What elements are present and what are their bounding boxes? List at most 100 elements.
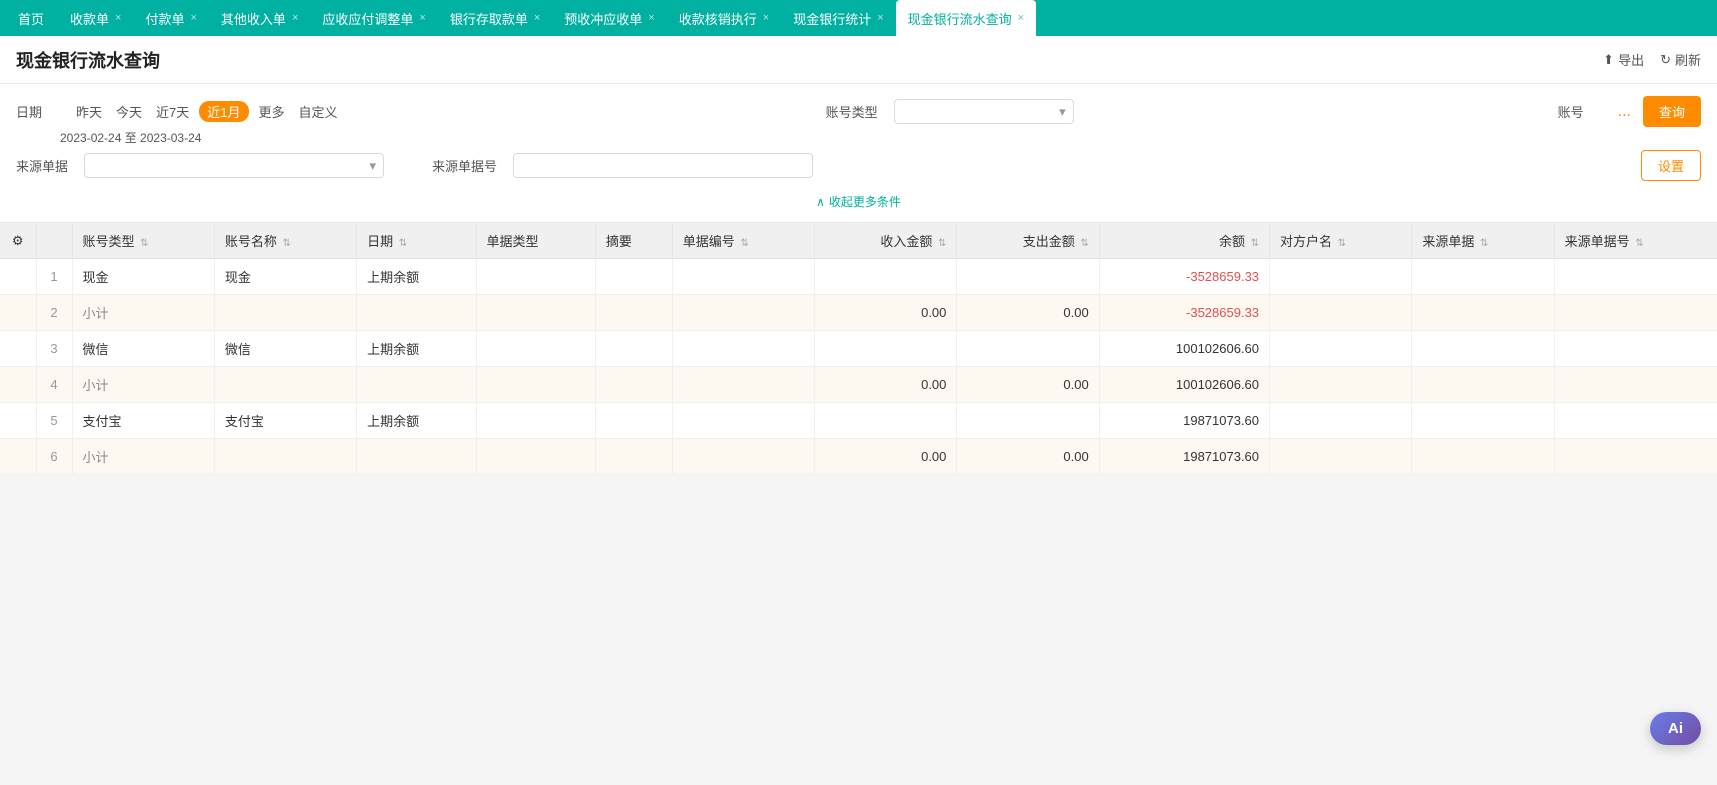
td-source-doc-num <box>1554 331 1717 367</box>
header-actions: ⬆ 导出 ↻ 刷新 <box>1603 50 1701 69</box>
date-opt-7days[interactable]: 近7天 <box>152 101 193 122</box>
td-account-type: 微信 <box>72 331 214 367</box>
source-doc-num-input[interactable] <box>513 153 813 178</box>
table-header-row: ⚙ 账号类型 ⇅ 账号名称 ⇅ 日期 ⇅ 单据类型 摘要 <box>0 223 1717 259</box>
settings-button[interactable]: 设置 <box>1641 150 1701 181</box>
date-range-display: 2023-02-24 至 2023-03-24 <box>60 131 201 145</box>
nav-tab-5[interactable]: 预收冲应收单 × <box>552 0 666 36</box>
table-row: 3微信微信上期余额100102606.60 <box>0 331 1717 367</box>
th-expense[interactable]: 支出金额 ⇅ <box>957 223 1099 259</box>
td-balance: 100102606.60 <box>1099 331 1269 367</box>
nav-home[interactable]: 首页 <box>4 0 58 36</box>
sort-icon: ⇅ <box>1251 238 1259 249</box>
nav-tab-2[interactable]: 其他收入单 × <box>209 0 310 36</box>
nav-tab-0[interactable]: 收款单 × <box>58 0 133 36</box>
close-icon[interactable]: × <box>115 12 121 24</box>
td-doc-num <box>672 259 814 295</box>
th-row-num <box>36 223 72 259</box>
close-icon[interactable]: × <box>292 12 298 24</box>
th-doc-num[interactable]: 单据编号 ⇅ <box>672 223 814 259</box>
account-label: 账号 <box>1558 102 1598 121</box>
td-row-num: 6 <box>36 439 72 475</box>
th-settings[interactable]: ⚙ <box>0 223 36 259</box>
td-row-num: 4 <box>36 367 72 403</box>
account-type-select[interactable] <box>894 99 1074 124</box>
data-table: ⚙ 账号类型 ⇅ 账号名称 ⇅ 日期 ⇅ 单据类型 摘要 <box>0 223 1717 475</box>
close-icon[interactable]: × <box>648 12 654 24</box>
th-source-doc[interactable]: 来源单据 ⇅ <box>1412 223 1554 259</box>
td-account-type: 现金 <box>72 259 214 295</box>
date-opt-yesterday[interactable]: 昨天 <box>72 101 106 122</box>
td-income: 0.00 <box>815 439 957 475</box>
td-account-name <box>214 367 356 403</box>
query-button[interactable]: 查询 <box>1643 96 1701 127</box>
table-row: 4小计0.000.00100102606.60 <box>0 367 1717 403</box>
close-icon[interactable]: × <box>534 12 540 24</box>
nav-tab-1[interactable]: 付款单 × <box>133 0 208 36</box>
nav-tab-8[interactable]: 现金银行流水查询 × <box>896 0 1036 36</box>
page-header: 现金银行流水查询 ⬆ 导出 ↻ 刷新 <box>0 36 1717 84</box>
refresh-button[interactable]: ↻ 刷新 <box>1660 50 1701 69</box>
refresh-icon: ↻ <box>1660 52 1671 68</box>
th-income[interactable]: 收入金额 ⇅ <box>815 223 957 259</box>
td-source-doc-num <box>1554 367 1717 403</box>
th-balance[interactable]: 余额 ⇅ <box>1099 223 1269 259</box>
td-balance: -3528659.33 <box>1099 259 1269 295</box>
nav-tab-6[interactable]: 收款核销执行 × <box>667 0 781 36</box>
sort-icon: ⇅ <box>1635 238 1643 249</box>
ai-badge[interactable]: Ai <box>1650 712 1701 745</box>
source-doc-select[interactable] <box>84 153 384 178</box>
td-date <box>357 367 476 403</box>
th-account-type[interactable]: 账号类型 ⇅ <box>72 223 214 259</box>
date-opt-today[interactable]: 今天 <box>112 101 146 122</box>
th-income-label: 收入金额 <box>880 234 932 249</box>
source-doc-select-wrapper <box>84 153 384 178</box>
close-icon[interactable]: × <box>419 12 425 24</box>
table-row: 5支付宝支付宝上期余额19871073.60 <box>0 403 1717 439</box>
top-navigation: 首页 收款单 × 付款单 × 其他收入单 × 应收应付调整单 × 银行存取款单 … <box>0 0 1717 36</box>
nav-tab-4[interactable]: 银行存取款单 × <box>438 0 552 36</box>
source-doc-num-label: 来源单据号 <box>432 156 497 175</box>
export-button[interactable]: ⬆ 导出 <box>1603 50 1644 69</box>
account-dots-button[interactable]: ... <box>1614 103 1635 121</box>
td-counterparty <box>1270 259 1412 295</box>
date-options: 昨天 今天 近7天 近1月 更多 自定义 <box>72 101 342 122</box>
td-gear <box>0 367 36 403</box>
td-income: 0.00 <box>815 295 957 331</box>
account-type-label: 账号类型 <box>826 102 878 121</box>
data-table-container: ⚙ 账号类型 ⇅ 账号名称 ⇅ 日期 ⇅ 单据类型 摘要 <box>0 223 1717 475</box>
date-opt-more[interactable]: 更多 <box>255 101 289 122</box>
td-income: 0.00 <box>815 367 957 403</box>
th-date-label: 日期 <box>367 234 393 249</box>
nav-tab-7[interactable]: 现金银行统计 × <box>781 0 895 36</box>
page-title: 现金银行流水查询 <box>16 47 160 73</box>
th-source-doc-num[interactable]: 来源单据号 ⇅ <box>1554 223 1717 259</box>
date-opt-1month[interactable]: 近1月 <box>199 101 248 122</box>
date-opt-custom[interactable]: 自定义 <box>295 101 342 122</box>
collapse-bar[interactable]: ∧ 收起更多条件 <box>16 189 1701 214</box>
nav-tab-3[interactable]: 应收应付调整单 × <box>310 0 437 36</box>
td-source-doc <box>1412 367 1554 403</box>
td-date: 上期余额 <box>357 259 476 295</box>
close-icon[interactable]: × <box>190 12 196 24</box>
close-icon[interactable]: × <box>877 12 883 24</box>
th-doc-type: 单据类型 <box>476 223 595 259</box>
td-summary <box>595 367 672 403</box>
close-icon[interactable]: × <box>763 12 769 24</box>
td-expense <box>957 331 1099 367</box>
sort-icon: ⇅ <box>140 238 148 249</box>
th-account-name[interactable]: 账号名称 ⇅ <box>214 223 356 259</box>
th-date[interactable]: 日期 ⇅ <box>357 223 476 259</box>
td-row-num: 5 <box>36 403 72 439</box>
td-expense: 0.00 <box>957 439 1099 475</box>
th-counterparty[interactable]: 对方户名 ⇅ <box>1270 223 1412 259</box>
th-account-name-label: 账号名称 <box>225 234 277 249</box>
td-row-num: 1 <box>36 259 72 295</box>
table-body: 1现金现金上期余额-3528659.332小计0.000.00-3528659.… <box>0 259 1717 475</box>
td-row-num: 3 <box>36 331 72 367</box>
td-doc-num <box>672 439 814 475</box>
td-gear <box>0 295 36 331</box>
td-account-type: 小计 <box>72 439 214 475</box>
close-icon[interactable]: × <box>1018 12 1024 24</box>
td-doc-num <box>672 403 814 439</box>
